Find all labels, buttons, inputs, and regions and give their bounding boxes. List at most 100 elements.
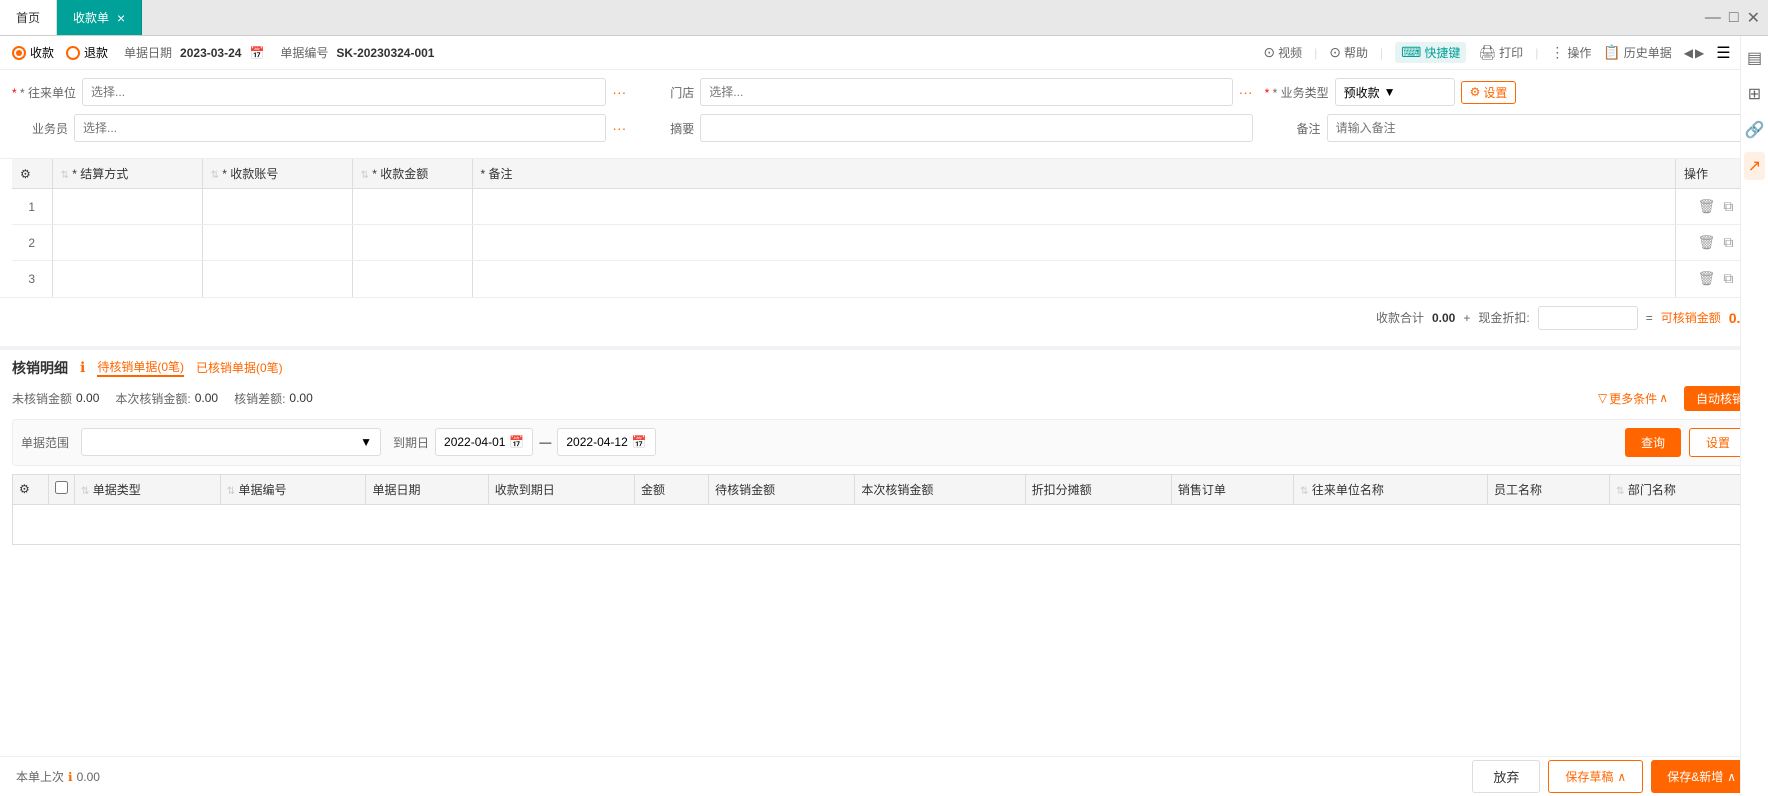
doc-date-value: 2023-03-24 [180, 46, 241, 60]
col-settlement-header: ⇅ * 结算方式 [52, 159, 202, 189]
check-all[interactable] [55, 481, 68, 494]
filter-row: 单据范围 ▼ 到期日 2022-04-01 📅 — 2022-04-12 📅 查… [12, 419, 1756, 466]
date-to-input[interactable]: 2022-04-12 📅 [557, 428, 655, 456]
date-from-value: 2022-04-01 [444, 435, 505, 449]
counterpart-more-btn[interactable]: ··· [612, 84, 626, 100]
salesperson-more-btn[interactable]: ··· [612, 120, 626, 136]
verify-info-icon[interactable]: ℹ [80, 359, 85, 376]
table-row: 3 🗑 ⧉ [12, 261, 1756, 297]
delete-icon-2[interactable]: 🗑 [1696, 232, 1718, 253]
more-conditions-btn[interactable]: ▽ 更多条件 ∧ [1598, 390, 1668, 407]
row-amount-1[interactable] [352, 189, 472, 225]
copy-icon-2[interactable]: ⧉ [1721, 232, 1735, 253]
copy-icon-1[interactable]: ⧉ [1721, 196, 1735, 217]
date-from-input[interactable]: 2022-04-01 📅 [435, 428, 533, 456]
row-amount-3[interactable] [352, 261, 472, 297]
dropdown-arrow: ▼ [1384, 85, 1396, 99]
total-label: 收款合计 [1376, 309, 1424, 326]
tab-home[interactable]: 首页 [0, 0, 57, 35]
window-minimize-icon[interactable]: — [1705, 9, 1721, 27]
sidebar-grid-icon[interactable]: ⊞ [1744, 80, 1765, 108]
summary-input[interactable] [700, 114, 1252, 142]
calendar-icon[interactable]: 📅 [249, 46, 264, 60]
col-gear-verify[interactable]: ⚙ [13, 474, 49, 504]
biz-type-dropdown[interactable]: 预收款 ▼ [1335, 78, 1455, 106]
salesperson-input[interactable] [74, 114, 606, 142]
row-account-3[interactable] [202, 261, 352, 297]
filter-buttons: 查询 设置 [1625, 428, 1747, 457]
sidebar-table-icon[interactable]: ▤ [1743, 44, 1766, 72]
row-account-1[interactable] [202, 189, 352, 225]
prev-arrow[interactable]: ◀ [1684, 46, 1693, 60]
sort-counterpart: ⇅ [1300, 486, 1308, 497]
btn-video[interactable]: ⊙ 视频 [1263, 44, 1302, 61]
table-row: 1 🗑 ⧉ [12, 189, 1756, 225]
tab-pending[interactable]: 待核销单据(0笔) [97, 358, 184, 377]
remark-label: 备注 [1265, 120, 1321, 137]
save-btn-label: 保存&新增 [1667, 768, 1723, 785]
row-amount-2[interactable] [352, 225, 472, 261]
btn-print[interactable]: 🖨 打印 [1478, 44, 1523, 61]
sidebar-link-icon[interactable]: 🔗 [1741, 116, 1768, 144]
gear-icon-verify[interactable]: ⚙ [19, 482, 30, 496]
row-settlement-3[interactable] [52, 261, 202, 297]
counterpart-required: * [12, 86, 17, 100]
radio-refund[interactable]: 退款 [66, 44, 108, 61]
date-from-icon: 📅 [509, 435, 524, 449]
bottom-info-icon[interactable]: ℹ [68, 770, 73, 784]
btn-help[interactable]: ⊙ 帮助 [1329, 44, 1368, 61]
row-num-3: 3 [12, 261, 52, 297]
counterpart-input[interactable] [82, 78, 606, 106]
delete-icon-1[interactable]: 🗑 [1696, 196, 1718, 217]
action-btns-2: 🗑 ⧉ [1684, 232, 1747, 253]
filter-range-select[interactable]: ▼ [81, 428, 381, 456]
store-input[interactable] [700, 78, 1232, 106]
remark-input[interactable] [1327, 114, 1756, 142]
tab-current[interactable]: 收款单 × [57, 0, 142, 35]
col-check-verify[interactable] [49, 474, 75, 504]
filter-settings-btn[interactable]: 设置 [1689, 428, 1747, 457]
next-arrow[interactable]: ▶ [1695, 46, 1704, 60]
stat-current: 本次核销金额: 0.00 [115, 390, 218, 407]
col-number-verify: ⇅ 单据编号 [220, 474, 366, 504]
bottom-spacer [0, 553, 1768, 613]
btn-operate[interactable]: ⋮ 操作 [1550, 44, 1591, 61]
sort-icon-settlement: ⇅ [61, 170, 69, 181]
row-remark-1[interactable] [472, 189, 1676, 225]
row-remark-2[interactable] [472, 225, 1676, 261]
row-account-2[interactable] [202, 225, 352, 261]
row-settlement-1[interactable] [52, 189, 202, 225]
payment-type-group: 收款 退款 [12, 44, 108, 61]
gear-icon[interactable]: ⚙ [20, 167, 31, 181]
row-remark-3[interactable] [472, 261, 1676, 297]
tab-done[interactable]: 已核销单据(0笔) [196, 359, 283, 376]
query-btn[interactable]: 查询 [1625, 428, 1681, 457]
stat-diff-value: 0.00 [289, 391, 312, 405]
abandon-btn[interactable]: 放弃 [1472, 760, 1540, 793]
biz-settings-btn[interactable]: ⚙ 设置 [1461, 81, 1517, 104]
radio-receive[interactable]: 收款 [12, 44, 54, 61]
draft-btn-label: 保存草稿 [1565, 768, 1613, 785]
col-gear-header[interactable]: ⚙ [12, 159, 52, 189]
draft-btn[interactable]: 保存草稿 ∧ [1548, 760, 1643, 793]
row-settlement-2[interactable] [52, 225, 202, 261]
biz-type-label: * * 业务类型 [1265, 84, 1329, 101]
save-new-btn[interactable]: 保存&新增 ∧ [1651, 760, 1752, 793]
store-more-btn[interactable]: ··· [1239, 84, 1253, 100]
list-icon[interactable]: ☰ [1716, 43, 1730, 63]
tab-current-label: 收款单 [73, 9, 109, 26]
nav-arrows: ◀ ▶ [1684, 46, 1704, 60]
row-num-2: 2 [12, 225, 52, 261]
btn-shortcut[interactable]: ⌨ 快捷键 [1395, 42, 1466, 63]
tab-close-icon[interactable]: × [117, 10, 125, 26]
delete-icon-3[interactable]: 🗑 [1696, 268, 1718, 289]
sidebar-expand-icon[interactable]: ↗ [1744, 152, 1765, 180]
sort-number: ⇅ [227, 486, 235, 497]
tab-bar: 首页 收款单 × — □ ✕ [0, 0, 1768, 36]
copy-icon-3[interactable]: ⧉ [1721, 268, 1735, 289]
btn-history[interactable]: 📋 历史单据 [1603, 44, 1671, 61]
window-close-icon[interactable]: ✕ [1747, 8, 1760, 28]
discount-input[interactable] [1538, 306, 1638, 330]
bottom-order-info: 本单上次 ℹ 0.00 [16, 768, 100, 785]
window-maximize-icon[interactable]: □ [1729, 9, 1739, 27]
